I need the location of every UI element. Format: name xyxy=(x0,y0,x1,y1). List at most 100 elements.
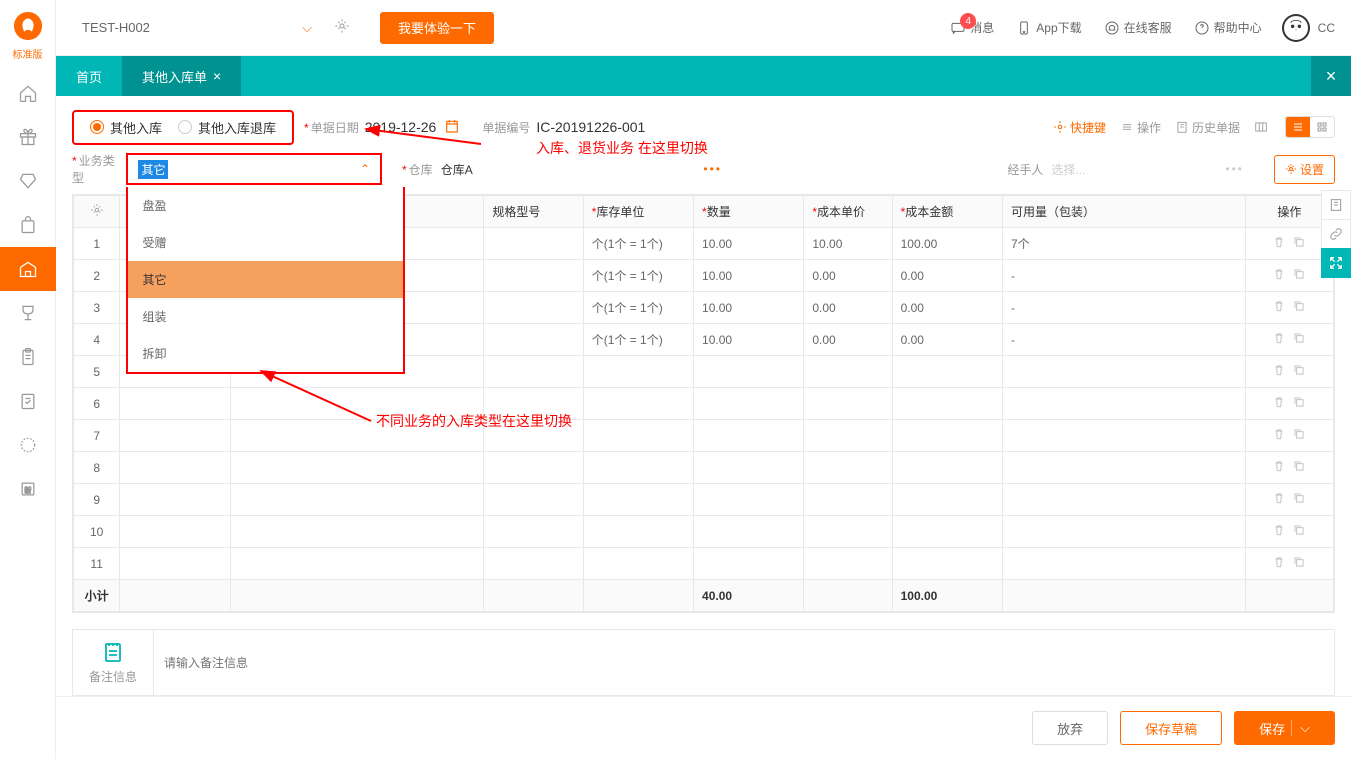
view-grid-icon[interactable] xyxy=(1310,117,1334,137)
nav-warehouse-icon[interactable] xyxy=(0,247,56,291)
more-icon[interactable]: ••• xyxy=(703,162,722,176)
dock-expand-icon[interactable] xyxy=(1321,248,1351,278)
chevron-down-icon: ⌵ xyxy=(302,20,312,36)
user-name: CC xyxy=(1318,21,1335,35)
help-button[interactable]: 帮助中心 xyxy=(1194,19,1262,36)
warehouse-label: *仓库 xyxy=(402,161,433,178)
copy-icon[interactable] xyxy=(1292,523,1306,537)
radio-inbound[interactable]: 其他入库 xyxy=(90,118,162,137)
close-all-icon[interactable]: × xyxy=(1311,56,1351,96)
chevron-down-icon: ⌵ xyxy=(1291,720,1310,736)
copy-icon[interactable] xyxy=(1292,555,1306,569)
delete-icon[interactable] xyxy=(1272,235,1286,249)
tab-home[interactable]: 首页 xyxy=(56,56,122,96)
table-row[interactable]: 11 xyxy=(74,548,1334,580)
copy-icon[interactable] xyxy=(1292,395,1306,409)
copy-icon[interactable] xyxy=(1292,491,1306,505)
app-download-button[interactable]: App下载 xyxy=(1016,19,1081,36)
delete-icon[interactable] xyxy=(1272,523,1286,537)
trial-button[interactable]: 我要体验一下 xyxy=(380,12,494,44)
remarks-input[interactable] xyxy=(153,630,1334,695)
delete-icon[interactable] xyxy=(1272,331,1286,345)
nav-home-icon[interactable] xyxy=(0,71,56,115)
delete-icon[interactable] xyxy=(1272,267,1286,281)
dropdown-option[interactable]: 盘盈 xyxy=(128,187,403,224)
annotation-arrow xyxy=(361,124,481,154)
svg-text:新: 新 xyxy=(24,485,31,494)
save-draft-button[interactable]: 保存草稿 xyxy=(1120,711,1222,745)
delete-icon[interactable] xyxy=(1272,427,1286,441)
remarks-label: 备注信息 xyxy=(73,630,153,695)
biz-type-select[interactable]: 其它 ⌃ 盘盈 受赠 其它 组装 拆卸 xyxy=(126,153,382,185)
radio-icon xyxy=(178,120,192,134)
handler-label: 经手人 xyxy=(1007,161,1043,178)
docnum-label: 单据编号 xyxy=(482,119,530,136)
copy-icon[interactable] xyxy=(1292,331,1306,345)
table-gear-icon[interactable] xyxy=(74,196,120,228)
copy-icon[interactable] xyxy=(1292,459,1306,473)
warehouse-value[interactable]: 仓库A xyxy=(441,161,473,178)
radio-return[interactable]: 其他入库退库 xyxy=(178,118,276,137)
delete-icon[interactable] xyxy=(1272,555,1286,569)
th-available: 可用量（包装） xyxy=(1002,196,1245,228)
history-button[interactable]: 历史单据 xyxy=(1175,119,1240,136)
annotation-arrow xyxy=(256,366,376,426)
save-button[interactable]: 保存⌵ xyxy=(1234,711,1335,745)
settings-button[interactable]: 设置 xyxy=(1274,155,1335,184)
avatar[interactable] xyxy=(1282,14,1310,42)
copy-icon[interactable] xyxy=(1292,299,1306,313)
org-selector[interactable]: TEST-H002 ⌵ xyxy=(72,12,322,44)
delete-icon[interactable] xyxy=(1272,491,1286,505)
view-toggle xyxy=(1285,116,1335,138)
nav-new-icon[interactable]: 新 xyxy=(0,467,56,511)
copy-icon[interactable] xyxy=(1292,427,1306,441)
dropdown-option[interactable]: 其它 xyxy=(128,261,403,298)
tab-current[interactable]: 其他入库单 × xyxy=(122,56,241,96)
nav-clipboard-icon[interactable] xyxy=(0,335,56,379)
logo-text: 标准版 xyxy=(13,46,43,61)
footer-actions: 放弃 保存草稿 保存⌵ xyxy=(56,696,1351,759)
th-spec: 规格型号 xyxy=(484,196,583,228)
view-list-icon[interactable] xyxy=(1286,117,1310,137)
nav-money-icon[interactable] xyxy=(0,291,56,335)
delete-icon[interactable] xyxy=(1272,395,1286,409)
gear-icon[interactable] xyxy=(334,18,350,37)
delete-icon[interactable] xyxy=(1272,459,1286,473)
discard-button[interactable]: 放弃 xyxy=(1032,711,1108,745)
messages-button[interactable]: 消息 4 xyxy=(950,19,994,36)
biz-type-value: 其它 xyxy=(138,160,168,179)
docnum-value: IC-20191226-001 xyxy=(536,119,645,135)
copy-icon[interactable] xyxy=(1292,363,1306,377)
help-label: 帮助中心 xyxy=(1214,19,1262,36)
handler-placeholder[interactable]: 选择... xyxy=(1051,161,1085,178)
delete-icon[interactable] xyxy=(1272,363,1286,377)
delete-icon[interactable] xyxy=(1272,299,1286,313)
nav-diamond-icon[interactable] xyxy=(0,159,56,203)
nav-bag-icon[interactable] xyxy=(0,203,56,247)
annotation-1: 入库、退货业务 在这里切换 xyxy=(536,138,708,158)
dock-note-icon[interactable] xyxy=(1321,190,1351,220)
copy-icon[interactable] xyxy=(1292,235,1306,249)
close-icon[interactable]: × xyxy=(213,68,221,84)
more-icon[interactable]: ••• xyxy=(1225,162,1244,176)
remarks-section: 备注信息 xyxy=(72,629,1335,696)
business-mode-radio-group: 其他入库 其他入库退库 xyxy=(72,110,294,145)
dropdown-option[interactable]: 受赠 xyxy=(128,224,403,261)
nav-report-icon[interactable] xyxy=(0,379,56,423)
app-download-label: App下载 xyxy=(1036,19,1081,36)
nav-sync-icon[interactable] xyxy=(0,423,56,467)
nav-gift-icon[interactable] xyxy=(0,115,56,159)
table-row[interactable]: 9 xyxy=(74,484,1334,516)
biz-type-label: *业务类型 xyxy=(72,152,122,186)
org-name: TEST-H002 xyxy=(82,20,150,35)
support-button[interactable]: 在线客服 xyxy=(1104,19,1172,36)
dropdown-option[interactable]: 组装 xyxy=(128,298,403,335)
date-label: *单据日期 xyxy=(304,119,359,136)
dock-link-icon[interactable] xyxy=(1321,219,1351,249)
table-row[interactable]: 10 xyxy=(74,516,1334,548)
table-row[interactable]: 8 xyxy=(74,452,1334,484)
shortcut-button[interactable]: 快捷键 xyxy=(1053,119,1106,136)
copy-icon[interactable] xyxy=(1292,267,1306,281)
columns-icon[interactable] xyxy=(1254,120,1271,134)
operate-button[interactable]: 操作 xyxy=(1120,119,1161,136)
